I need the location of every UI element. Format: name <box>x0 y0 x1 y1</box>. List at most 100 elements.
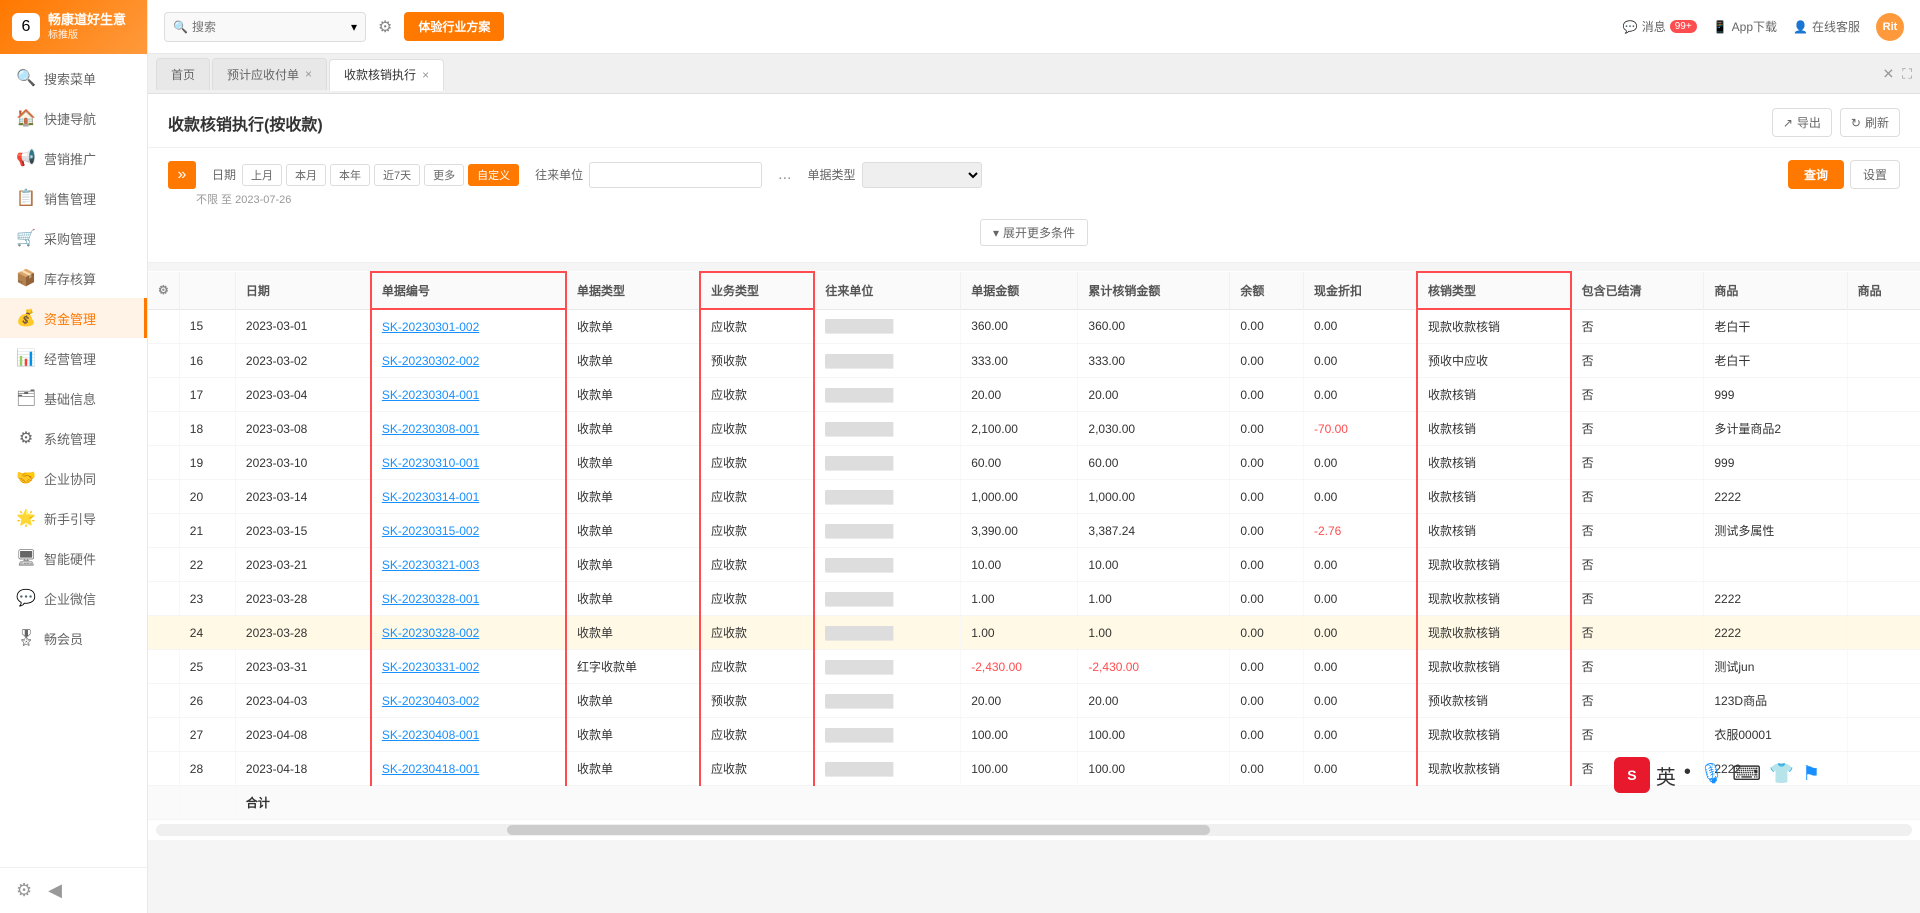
date-btn-custom[interactable]: 自定义 <box>468 164 519 186</box>
sidebar-item-purchase[interactable]: 🛒采购管理 <box>0 218 147 258</box>
filter-toggle-btn[interactable]: » <box>168 161 196 189</box>
table-row[interactable]: 19 2023-03-10 SK-20230310-001 收款单 应收款 ██… <box>148 446 1920 480</box>
row-order-no[interactable]: SK-20230403-002 <box>371 684 566 718</box>
row-seq: 16 <box>179 344 235 378</box>
tab-home[interactable]: 首页 <box>156 58 210 90</box>
row-order-no[interactable]: SK-20230328-002 <box>371 616 566 650</box>
table-row[interactable]: 24 2023-03-28 SK-20230328-002 收款单 应收款 ██… <box>148 616 1920 650</box>
sidebar-item-quicknav[interactable]: 🏠快捷导航 <box>0 98 147 138</box>
sidebar-item-search[interactable]: 🔍搜索菜单 <box>0 58 147 98</box>
table-row[interactable]: 21 2023-03-15 SK-20230315-002 收款单 应收款 ██… <box>148 514 1920 548</box>
filter-receipt-type-item: 单据类型 <box>808 162 982 188</box>
online-service-item[interactable]: 👤 在线客服 <box>1793 18 1860 35</box>
date-btn-last-month[interactable]: 上月 <box>242 164 282 186</box>
horizontal-scrollbar[interactable] <box>156 824 1912 836</box>
row-verify-type: 现款收款核销 <box>1417 718 1571 752</box>
row-partner: ████████ <box>814 650 960 684</box>
window-maximize-icon[interactable]: ⛶ <box>1902 65 1912 82</box>
table-row[interactable]: 16 2023-03-02 SK-20230302-002 收款单 预收款 ██… <box>148 344 1920 378</box>
row-verify-amount: 3,387.24 <box>1078 514 1230 548</box>
row-order-no[interactable]: SK-20230308-001 <box>371 412 566 446</box>
row-order-no[interactable]: SK-20230314-001 <box>371 480 566 514</box>
solution-button[interactable]: 体验行业方案 <box>404 12 504 41</box>
table-row[interactable]: 22 2023-03-21 SK-20230321-003 收款单 应收款 ██… <box>148 548 1920 582</box>
row-balance: 0.00 <box>1230 412 1304 446</box>
table-row[interactable]: 26 2023-04-03 SK-20230403-002 收款单 预收款 ██… <box>148 684 1920 718</box>
row-verify-type: 收款核销 <box>1417 446 1571 480</box>
tab-receivable-close[interactable]: × <box>305 67 312 81</box>
query-button[interactable]: 查询 <box>1788 160 1844 189</box>
sidebar-item-wechat[interactable]: 💬企业微信 <box>0 578 147 618</box>
row-order-no[interactable]: SK-20230301-002 <box>371 309 566 344</box>
table-row[interactable]: 18 2023-03-08 SK-20230308-001 收款单 应收款 ██… <box>148 412 1920 446</box>
row-amount: 1.00 <box>961 582 1078 616</box>
app-download-label: App下载 <box>1732 18 1777 35</box>
app-download-item[interactable]: 📱 App下载 <box>1713 18 1777 35</box>
row-verify-type: 现款收款核销 <box>1417 309 1571 344</box>
table-row[interactable]: 25 2023-03-31 SK-20230331-002 红字收款单 应收款 … <box>148 650 1920 684</box>
filter-settings-button[interactable]: 设置 <box>1850 160 1900 189</box>
user-avatar[interactable]: Rit <box>1876 13 1904 41</box>
sidebar-item-finance[interactable]: 💰资金管理 <box>0 298 147 338</box>
tab-receivable[interactable]: 预计应收付单 × <box>212 58 327 90</box>
date-btn-this-month[interactable]: 本月 <box>286 164 326 186</box>
row-goods: 测试多属性 <box>1704 514 1847 548</box>
sidebar-item-guide[interactable]: 🌟新手引导 <box>0 498 147 538</box>
filter-dots[interactable]: ... <box>778 166 791 184</box>
row-order-no[interactable]: SK-20230408-001 <box>371 718 566 752</box>
topbar-settings-icon[interactable]: ⚙ <box>378 17 392 37</box>
row-order-no[interactable]: SK-20230328-001 <box>371 582 566 616</box>
row-verify-type: 现款收款核销 <box>1417 548 1571 582</box>
row-order-no[interactable]: SK-20230315-002 <box>371 514 566 548</box>
table-row[interactable]: 17 2023-03-04 SK-20230304-001 收款单 应收款 ██… <box>148 378 1920 412</box>
sidebar-item-system[interactable]: ⚙系统管理 <box>0 418 147 458</box>
row-order-no[interactable]: SK-20230331-002 <box>371 650 566 684</box>
sidebar-item-corp[interactable]: 🤝企业协同 <box>0 458 147 498</box>
sidebar-item-operations[interactable]: 📊经营管理 <box>0 338 147 378</box>
sidebar-item-marketing[interactable]: 📢营销推广 <box>0 138 147 178</box>
row-order-no[interactable]: SK-20230310-001 <box>371 446 566 480</box>
date-btn-this-year[interactable]: 本年 <box>330 164 370 186</box>
sidebar-item-base[interactable]: 🗂基础信息 <box>0 378 147 418</box>
row-order-no[interactable]: SK-20230304-001 <box>371 378 566 412</box>
row-order-no[interactable]: SK-20230418-001 <box>371 752 566 786</box>
sidebar-settings-icon[interactable]: ⚙ <box>16 880 32 901</box>
export-button[interactable]: ↗ 导出 <box>1772 108 1832 137</box>
date-btn-more[interactable]: 更多 <box>424 164 464 186</box>
window-close-icon[interactable]: ✕ <box>1882 65 1894 82</box>
member-icon: 🎖 <box>16 628 36 648</box>
table-row[interactable]: 23 2023-03-28 SK-20230328-001 收款单 应收款 ██… <box>148 582 1920 616</box>
filter-date-item: 日期 上月 本月 本年 近7天 更多 自定义 <box>212 164 519 186</box>
refresh-button[interactable]: ↻ 刷新 <box>1840 108 1900 137</box>
row-biz-type: 应收款 <box>700 582 814 616</box>
inventory-icon: 📦 <box>16 268 36 288</box>
sidebar-item-sales[interactable]: 📋销售管理 <box>0 178 147 218</box>
sidebar-item-inventory[interactable]: 📦库存核算 <box>0 258 147 298</box>
row-amount: 2,100.00 <box>961 412 1078 446</box>
sidebar-item-member[interactable]: 🎖畅会员 <box>0 618 147 658</box>
row-balance: 0.00 <box>1230 344 1304 378</box>
topbar-search[interactable]: 🔍 ▾ <box>164 12 366 42</box>
tab-collection[interactable]: 收款核销执行 × <box>329 59 444 91</box>
row-discount: 0.00 <box>1303 582 1417 616</box>
col-header-goods: 商品 <box>1704 272 1847 309</box>
scrollbar-thumb[interactable] <box>507 825 1209 835</box>
row-amount: 20.00 <box>961 684 1078 718</box>
sidebar-label-quicknav: 快捷导航 <box>44 109 96 128</box>
col-header-settings[interactable]: ⚙ <box>148 272 179 309</box>
filter-partner-input[interactable] <box>589 162 762 188</box>
date-btn-7days[interactable]: 近7天 <box>374 164 420 186</box>
row-biz-type: 应收款 <box>700 412 814 446</box>
sidebar-item-hardware[interactable]: 🖥智能硬件 <box>0 538 147 578</box>
table-row[interactable]: 15 2023-03-01 SK-20230301-002 收款单 应收款 ██… <box>148 309 1920 344</box>
row-order-no[interactable]: SK-20230302-002 <box>371 344 566 378</box>
notification-item[interactable]: 💬 消息 99+ <box>1623 18 1697 35</box>
expand-more-btn[interactable]: ▾ 展开更多条件 <box>980 219 1088 246</box>
tab-collection-close[interactable]: × <box>422 68 429 82</box>
search-input[interactable] <box>192 20 347 34</box>
filter-receipt-type-select[interactable] <box>862 162 982 188</box>
row-order-no[interactable]: SK-20230321-003 <box>371 548 566 582</box>
sidebar-collapse-icon[interactable]: ◀ <box>48 880 62 901</box>
table-row[interactable]: 20 2023-03-14 SK-20230314-001 收款单 应收款 ██… <box>148 480 1920 514</box>
table-row[interactable]: 27 2023-04-08 SK-20230408-001 收款单 应收款 ██… <box>148 718 1920 752</box>
